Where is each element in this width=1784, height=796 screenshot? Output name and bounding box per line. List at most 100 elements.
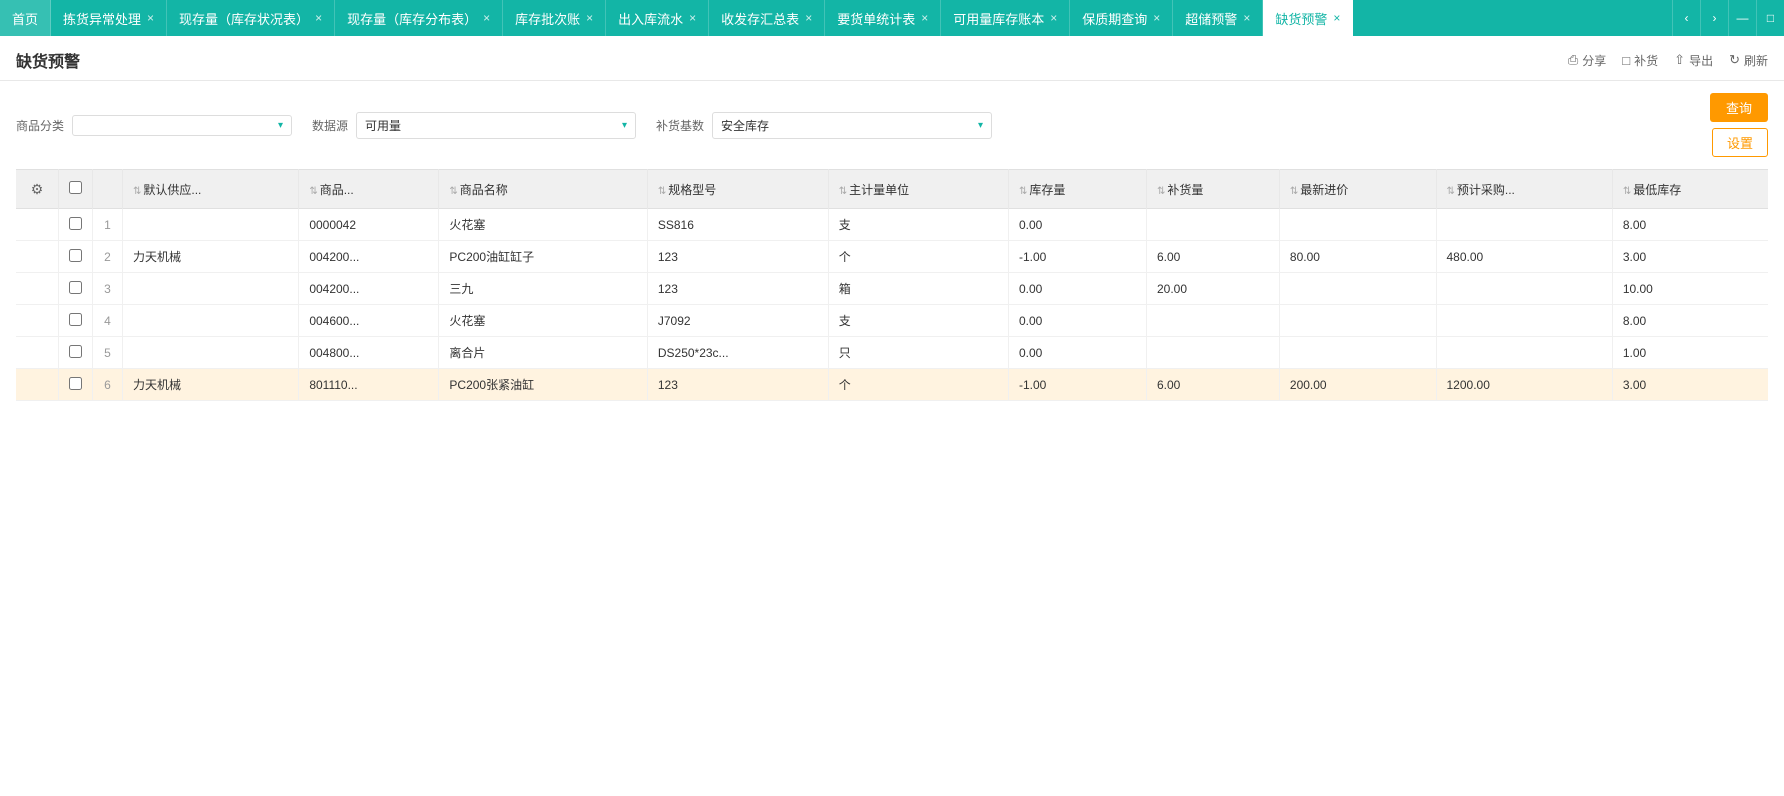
tab-close-receive-summary[interactable]: × xyxy=(805,11,812,25)
tab-minimize[interactable]: — xyxy=(1728,0,1756,36)
tab-label-overstock: 超储预警 xyxy=(1185,9,1237,28)
tab-close-shortage[interactable]: × xyxy=(1333,11,1340,25)
row-checkbox-3[interactable] xyxy=(69,313,82,326)
tab-inventory-dist[interactable]: 现存量（库存分布表） × xyxy=(335,0,503,36)
row-min-stock: 3.00 xyxy=(1612,241,1768,273)
column-stock[interactable]: ⇅库存量 xyxy=(1008,170,1146,209)
header-actions: ⎙ 分享 □ 补货 ⇧ 导出 ↻ 刷新 xyxy=(1568,52,1768,69)
column-product-code[interactable]: ⇅商品... xyxy=(299,170,439,209)
row-product-code: 004600... xyxy=(299,305,439,337)
tab-receive-summary[interactable]: 收发存汇总表 × xyxy=(709,0,825,36)
refresh-label: 刷新 xyxy=(1744,52,1768,69)
row-latest-price xyxy=(1279,273,1436,305)
tab-inout-flow[interactable]: 出入库流水× xyxy=(606,0,709,36)
tab-home[interactable]: 首页 xyxy=(0,0,51,36)
column-default-supplier[interactable]: ⇅默认供应... xyxy=(123,170,299,209)
column-settings-icon[interactable]: ⚙ xyxy=(26,178,48,200)
table-row: 1 0000042 火花塞 SS816 支 0.00 8.00 xyxy=(16,209,1768,241)
row-stock: 0.00 xyxy=(1008,209,1146,241)
row-product-name: 离合片 xyxy=(439,337,647,369)
filter-area: 商品分类 ▾ 数据源 可用量 ▾ 补货基数 安全库存 ▾ 查询 xyxy=(0,81,1784,169)
tab-close-inventory-status[interactable]: × xyxy=(315,11,322,25)
row-settings-cell xyxy=(16,305,59,337)
row-checkbox-0[interactable] xyxy=(69,217,82,230)
column-latest-price[interactable]: ⇅最新进价 xyxy=(1279,170,1436,209)
datasource-select[interactable]: 可用量 ▾ xyxy=(356,112,636,139)
restock-basis-label: 补货基数 xyxy=(656,117,704,134)
row-spec: SS816 xyxy=(647,209,828,241)
tab-close-expiry-query[interactable]: × xyxy=(1153,11,1160,25)
restock-basis-select-value: 安全库存 xyxy=(721,117,769,134)
tab-label-receive-summary: 收发存汇总表 xyxy=(721,9,799,28)
refresh-action[interactable]: ↻ 刷新 xyxy=(1729,52,1768,69)
row-stock: 0.00 xyxy=(1008,273,1146,305)
row-checkbox-4[interactable] xyxy=(69,345,82,358)
row-min-stock: 8.00 xyxy=(1612,305,1768,337)
row-product-code: 004800... xyxy=(299,337,439,369)
row-settings-cell xyxy=(16,273,59,305)
row-checkbox-1[interactable] xyxy=(69,249,82,262)
tab-close-demand-stat[interactable]: × xyxy=(921,11,928,25)
table-row: 5 004800... 离合片 DS250*23c... 只 0.00 1.00 xyxy=(16,337,1768,369)
page-title: 缺货预警 xyxy=(16,48,1568,72)
datasource-filter-group: 数据源 可用量 ▾ xyxy=(312,112,636,139)
tab-nav-buttons: ‹ › — □ xyxy=(1672,0,1784,36)
filter-right-actions: 查询 设置 xyxy=(1710,93,1768,157)
row-number: 6 xyxy=(93,369,123,401)
select-all-checkbox[interactable] xyxy=(69,181,82,194)
row-checkbox-5[interactable] xyxy=(69,377,82,390)
export-action[interactable]: ⇧ 导出 xyxy=(1674,52,1713,69)
column-restock-qty[interactable]: ⇅补货量 xyxy=(1146,170,1279,209)
tab-maximize[interactable]: □ xyxy=(1756,0,1784,36)
restock-basis-select[interactable]: 安全库存 ▾ xyxy=(712,112,992,139)
row-unit: 支 xyxy=(828,305,1008,337)
tab-close-overstock[interactable]: × xyxy=(1243,11,1250,25)
row-default-supplier xyxy=(123,209,299,241)
row-min-stock: 10.00 xyxy=(1612,273,1768,305)
tab-close-available-ledger[interactable]: × xyxy=(1050,11,1057,25)
row-checkbox-cell xyxy=(59,337,93,369)
row-spec: DS250*23c... xyxy=(647,337,828,369)
tab-shortage[interactable]: 缺货预警× xyxy=(1263,0,1353,36)
row-unit: 支 xyxy=(828,209,1008,241)
table-header-row: ⚙ ⇅默认供应... ⇅商品... ⇅商品名称 xyxy=(16,170,1768,209)
row-product-name: 三九 xyxy=(439,273,647,305)
row-restock-qty: 20.00 xyxy=(1146,273,1279,305)
category-select[interactable]: ▾ xyxy=(72,115,292,136)
datasource-dropdown-icon: ▾ xyxy=(622,120,627,131)
column-unit[interactable]: ⇅主计量单位 xyxy=(828,170,1008,209)
row-checkbox-2[interactable] xyxy=(69,281,82,294)
tab-inventory-status[interactable]: 现存量（库存状况表）× xyxy=(167,0,335,36)
column-product-name[interactable]: ⇅商品名称 xyxy=(439,170,647,209)
tab-scroll-left[interactable]: ‹ xyxy=(1672,0,1700,36)
column-spec[interactable]: ⇅规格型号 xyxy=(647,170,828,209)
refresh-icon: ↻ xyxy=(1729,52,1740,68)
row-estimated-purchase xyxy=(1436,305,1612,337)
tab-expiry-query[interactable]: 保质期查询× xyxy=(1070,0,1173,36)
tab-close-inventory-dist[interactable]: × xyxy=(483,11,490,25)
restock-action[interactable]: □ 补货 xyxy=(1622,52,1658,69)
main-content: 缺货预警 ⎙ 分享 □ 补货 ⇧ 导出 ↻ 刷新 商品分类 xyxy=(0,36,1784,796)
column-min-stock[interactable]: ⇅最低库存 xyxy=(1612,170,1768,209)
tab-available-ledger[interactable]: 可用量库存账本× xyxy=(941,0,1070,36)
tab-close-exception[interactable]: × xyxy=(147,11,154,25)
export-label: 导出 xyxy=(1689,52,1713,69)
column-estimated-purchase[interactable]: ⇅预计采购... xyxy=(1436,170,1612,209)
row-latest-price xyxy=(1279,209,1436,241)
tab-overstock[interactable]: 超储预警 × xyxy=(1173,0,1263,36)
query-button[interactable]: 查询 xyxy=(1710,93,1768,122)
share-action[interactable]: ⎙ 分享 xyxy=(1568,52,1606,69)
row-settings-cell xyxy=(16,209,59,241)
row-settings-cell xyxy=(16,337,59,369)
tab-scroll-right[interactable]: › xyxy=(1700,0,1728,36)
restock-icon: □ xyxy=(1622,53,1630,68)
tab-close-inout-flow[interactable]: × xyxy=(689,11,696,25)
tab-exception[interactable]: 拣货异常处理× xyxy=(51,0,167,36)
tab-close-batch-account[interactable]: × xyxy=(586,11,593,25)
settings-button[interactable]: 设置 xyxy=(1712,128,1768,157)
tab-batch-account[interactable]: 库存批次账× xyxy=(503,0,606,36)
row-product-code: 801110... xyxy=(299,369,439,401)
table-container: ⚙ ⇅默认供应... ⇅商品... ⇅商品名称 xyxy=(0,169,1784,401)
tab-demand-stat[interactable]: 要货单统计表× xyxy=(825,0,941,36)
tab-label-inventory-dist: 现存量（库存分布表） xyxy=(347,9,477,28)
